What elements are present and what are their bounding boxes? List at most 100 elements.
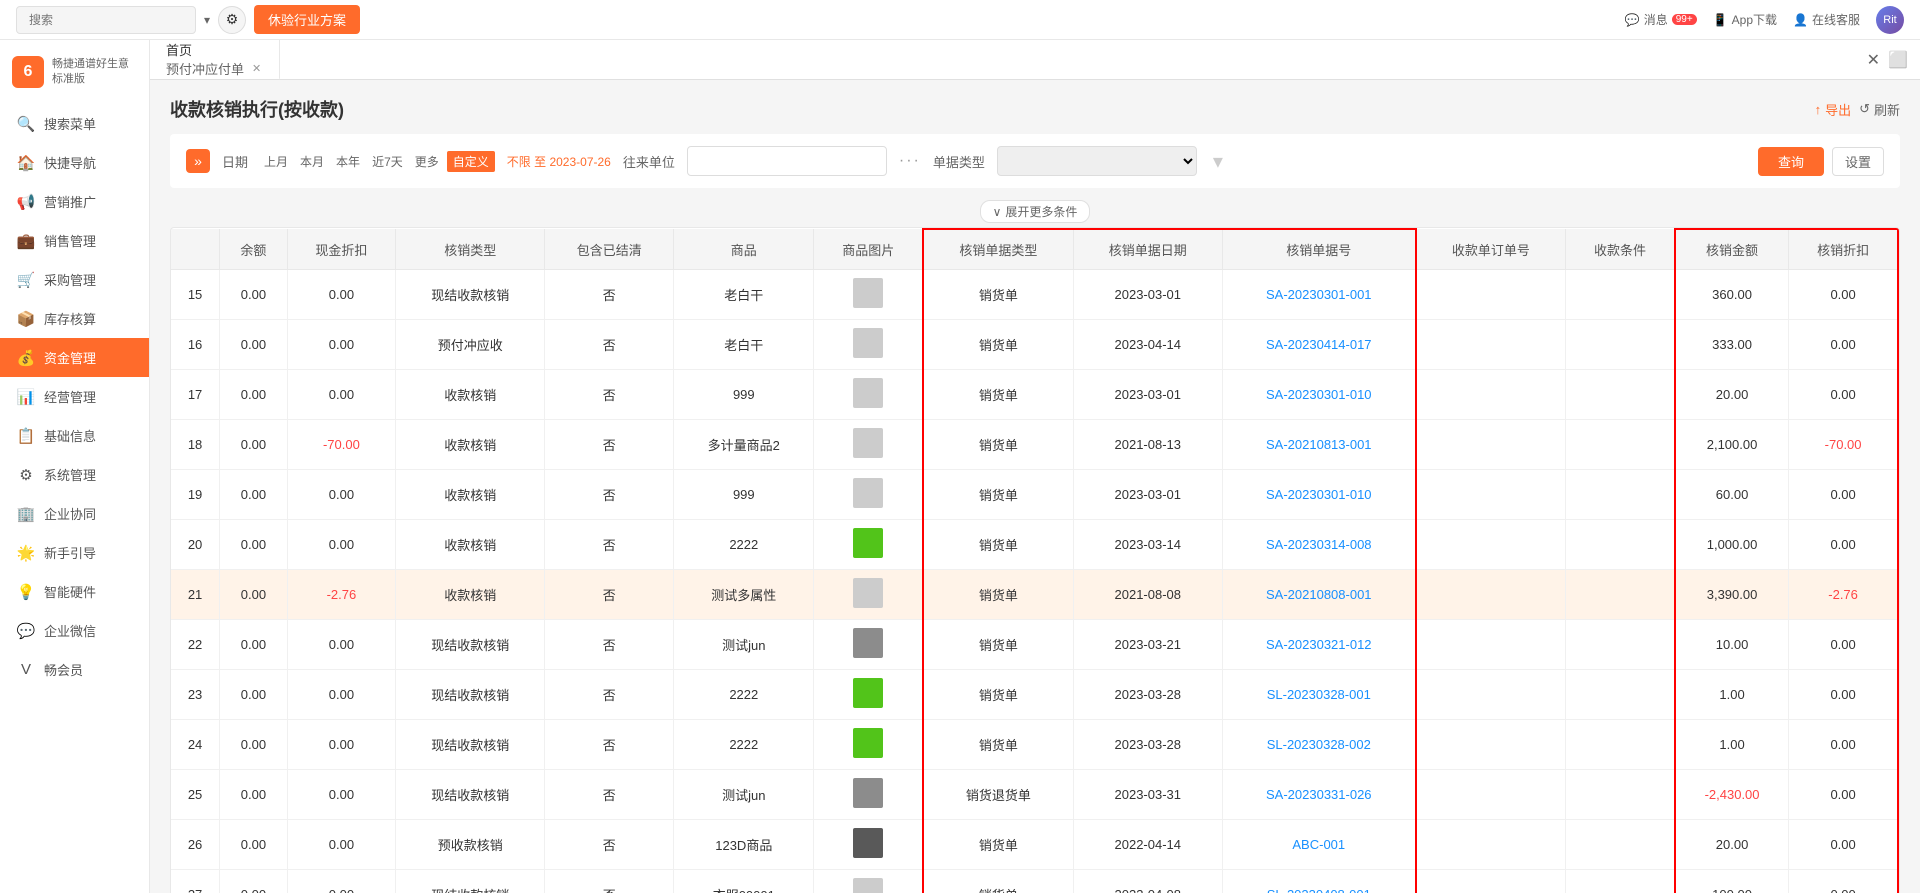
more-date-button[interactable]: 更多 — [411, 151, 443, 172]
marketing-icon: 📢 — [16, 193, 36, 211]
custom-date-button[interactable]: 自定义 — [447, 151, 495, 172]
cell-1-9[interactable]: SA-20230414-017 — [1222, 320, 1415, 370]
sidebar-item-basic[interactable]: 📋基础信息 — [0, 416, 149, 455]
cell-7-9[interactable]: SA-20230321-012 — [1222, 620, 1415, 670]
cell-6-9[interactable]: SA-20210808-001 — [1222, 570, 1415, 620]
dropdown-trigger[interactable]: ▾ — [204, 13, 210, 27]
sidebar-item-marketing[interactable]: 📢营销推广 — [0, 182, 149, 221]
cell-3-0: 18 — [171, 420, 220, 470]
last-7days-button[interactable]: 近7天 — [368, 151, 407, 172]
cell-11-9[interactable]: ABC-001 — [1222, 820, 1415, 870]
cell-2-11 — [1566, 370, 1675, 420]
voucher-link[interactable]: SA-20210813-001 — [1266, 437, 1372, 452]
expand-more-button[interactable]: ∨ 展开更多条件 — [980, 200, 1091, 223]
sidebar-item-search[interactable]: 🔍搜索菜单 — [0, 104, 149, 143]
message-button[interactable]: 💬 消息 99+ — [1625, 11, 1697, 28]
last-month-button[interactable]: 上月 — [260, 151, 292, 172]
voucher-link[interactable]: SL-20230328-001 — [1267, 687, 1371, 702]
table-row: 150.000.00现结收款核销否老白干销货单2023-03-01SA-2023… — [171, 270, 1898, 320]
table-wrapper: 余额现金折扣核销类型包含已结清商品商品图片核销单据类型核销单据日期核销单据号收款… — [170, 227, 1900, 893]
sidebar-item-system[interactable]: ⚙系统管理 — [0, 455, 149, 494]
cell-3-13: -70.00 — [1789, 420, 1898, 470]
user-avatar[interactable]: Rit — [1876, 6, 1904, 34]
refresh-icon: ↺ — [1859, 101, 1870, 117]
cell-12-9[interactable]: SL-20230408-001 — [1222, 870, 1415, 893]
sidebar-item-purchase[interactable]: 🛒采购管理 — [0, 260, 149, 299]
voucher-link[interactable]: SA-20230331-026 — [1266, 787, 1372, 802]
sidebar-label-purchase: 采购管理 — [44, 270, 96, 289]
cell-11-12: 20.00 — [1675, 820, 1789, 870]
cell-8-11 — [1566, 670, 1675, 720]
cell-4-4: 否 — [545, 470, 674, 520]
top-bar-right: 💬 消息 99+ 📱 App下载 👤 在线客服 Rit — [1625, 6, 1904, 34]
cell-2-6 — [814, 370, 923, 420]
logo: 6 畅捷通谱好生意 标准版 — [0, 48, 149, 104]
voucher-link[interactable]: SL-20230408-001 — [1267, 887, 1371, 893]
voucher-link[interactable]: ABC-001 — [1292, 837, 1345, 852]
refresh-button[interactable]: ↺ 刷新 — [1859, 100, 1900, 119]
cell-12-2: 0.00 — [287, 870, 395, 893]
sidebar-item-quick[interactable]: 🏠快捷导航 — [0, 143, 149, 182]
voucher-link[interactable]: SA-20210808-001 — [1266, 587, 1372, 602]
export-button[interactable]: ↑ 导出 — [1815, 100, 1852, 119]
sidebar-label-finance: 资金管理 — [44, 348, 96, 367]
source-unit-input[interactable] — [687, 146, 887, 176]
filter-expand-button[interactable]: » — [186, 149, 210, 173]
service-icon: 👤 — [1793, 13, 1808, 27]
tab-advance[interactable]: 预付冲应付单✕ — [150, 59, 280, 80]
search-button[interactable]: 查询 — [1758, 147, 1824, 176]
sidebar-label-inventory: 库存核算 — [44, 309, 96, 328]
sidebar-item-finance[interactable]: 💰资金管理 — [0, 338, 149, 377]
sidebar-item-guide[interactable]: 🌟新手引导 — [0, 533, 149, 572]
sidebar-item-hardware[interactable]: 💡智能硬件 — [0, 572, 149, 611]
voucher-link[interactable]: SA-20230301-001 — [1266, 287, 1372, 302]
cell-1-12: 333.00 — [1675, 320, 1789, 370]
sidebar-item-sales[interactable]: 💼销售管理 — [0, 221, 149, 260]
voucher-link[interactable]: SA-20230301-010 — [1266, 487, 1372, 502]
this-year-button[interactable]: 本年 — [332, 151, 364, 172]
sidebar-item-business[interactable]: 📊经营管理 — [0, 377, 149, 416]
this-month-button[interactable]: 本月 — [296, 151, 328, 172]
industry-solution-button[interactable]: 休验行业方案 — [254, 5, 360, 34]
sidebar-item-inventory[interactable]: 📦库存核算 — [0, 299, 149, 338]
cell-6-2: -2.76 — [287, 570, 395, 620]
app-download-button[interactable]: 📱 App下载 — [1713, 11, 1777, 28]
cell-10-9[interactable]: SA-20230331-026 — [1222, 770, 1415, 820]
voucher-link[interactable]: SL-20230328-002 — [1267, 737, 1371, 752]
cell-9-9[interactable]: SL-20230328-002 — [1222, 720, 1415, 770]
cell-11-7: 销货单 — [923, 820, 1073, 870]
voucher-link[interactable]: SA-20230301-010 — [1266, 387, 1372, 402]
sidebar-item-member[interactable]: V畅会员 — [0, 650, 149, 689]
cell-0-9[interactable]: SA-20230301-001 — [1222, 270, 1415, 320]
maximize-button[interactable]: ⬜ — [1888, 50, 1908, 70]
close-window-button[interactable]: ✕ — [1867, 50, 1880, 70]
gear-button[interactable]: ⚙ — [218, 6, 246, 34]
cell-10-10 — [1416, 770, 1566, 820]
cell-12-8: 2023-04-08 — [1073, 870, 1222, 893]
search-input[interactable] — [16, 6, 196, 34]
page-title: 收款核销执行(按收款) — [170, 96, 344, 122]
voucher-link[interactable]: SA-20230321-012 — [1266, 637, 1372, 652]
sidebar-item-wechat[interactable]: 💬企业微信 — [0, 611, 149, 650]
cell-2-9[interactable]: SA-20230301-010 — [1222, 370, 1415, 420]
cell-2-0: 17 — [171, 370, 220, 420]
cell-4-13: 0.00 — [1789, 470, 1898, 520]
table-row: 270.000.00现结收款核销否衣服00001销货单2023-04-08SL-… — [171, 870, 1898, 893]
sidebar-item-enterprise[interactable]: 🏢企业协同 — [0, 494, 149, 533]
cell-1-2: 0.00 — [287, 320, 395, 370]
cell-8-13: 0.00 — [1789, 670, 1898, 720]
online-service-button[interactable]: 👤 在线客服 — [1793, 11, 1860, 28]
cell-5-9[interactable]: SA-20230314-008 — [1222, 520, 1415, 570]
voucher-type-select[interactable] — [997, 146, 1197, 176]
cell-3-9[interactable]: SA-20210813-001 — [1222, 420, 1415, 470]
cell-8-3: 现结收款核销 — [396, 670, 545, 720]
tab-close-advance[interactable]: ✕ — [250, 60, 263, 77]
cell-4-9[interactable]: SA-20230301-010 — [1222, 470, 1415, 520]
settings-button[interactable]: 设置 — [1832, 147, 1884, 176]
cell-4-2: 0.00 — [287, 470, 395, 520]
cell-8-9[interactable]: SL-20230328-001 — [1222, 670, 1415, 720]
tab-home[interactable]: 首页 — [150, 40, 280, 59]
cell-12-11 — [1566, 870, 1675, 893]
voucher-link[interactable]: SA-20230314-008 — [1266, 537, 1372, 552]
voucher-link[interactable]: SA-20230414-017 — [1266, 337, 1372, 352]
